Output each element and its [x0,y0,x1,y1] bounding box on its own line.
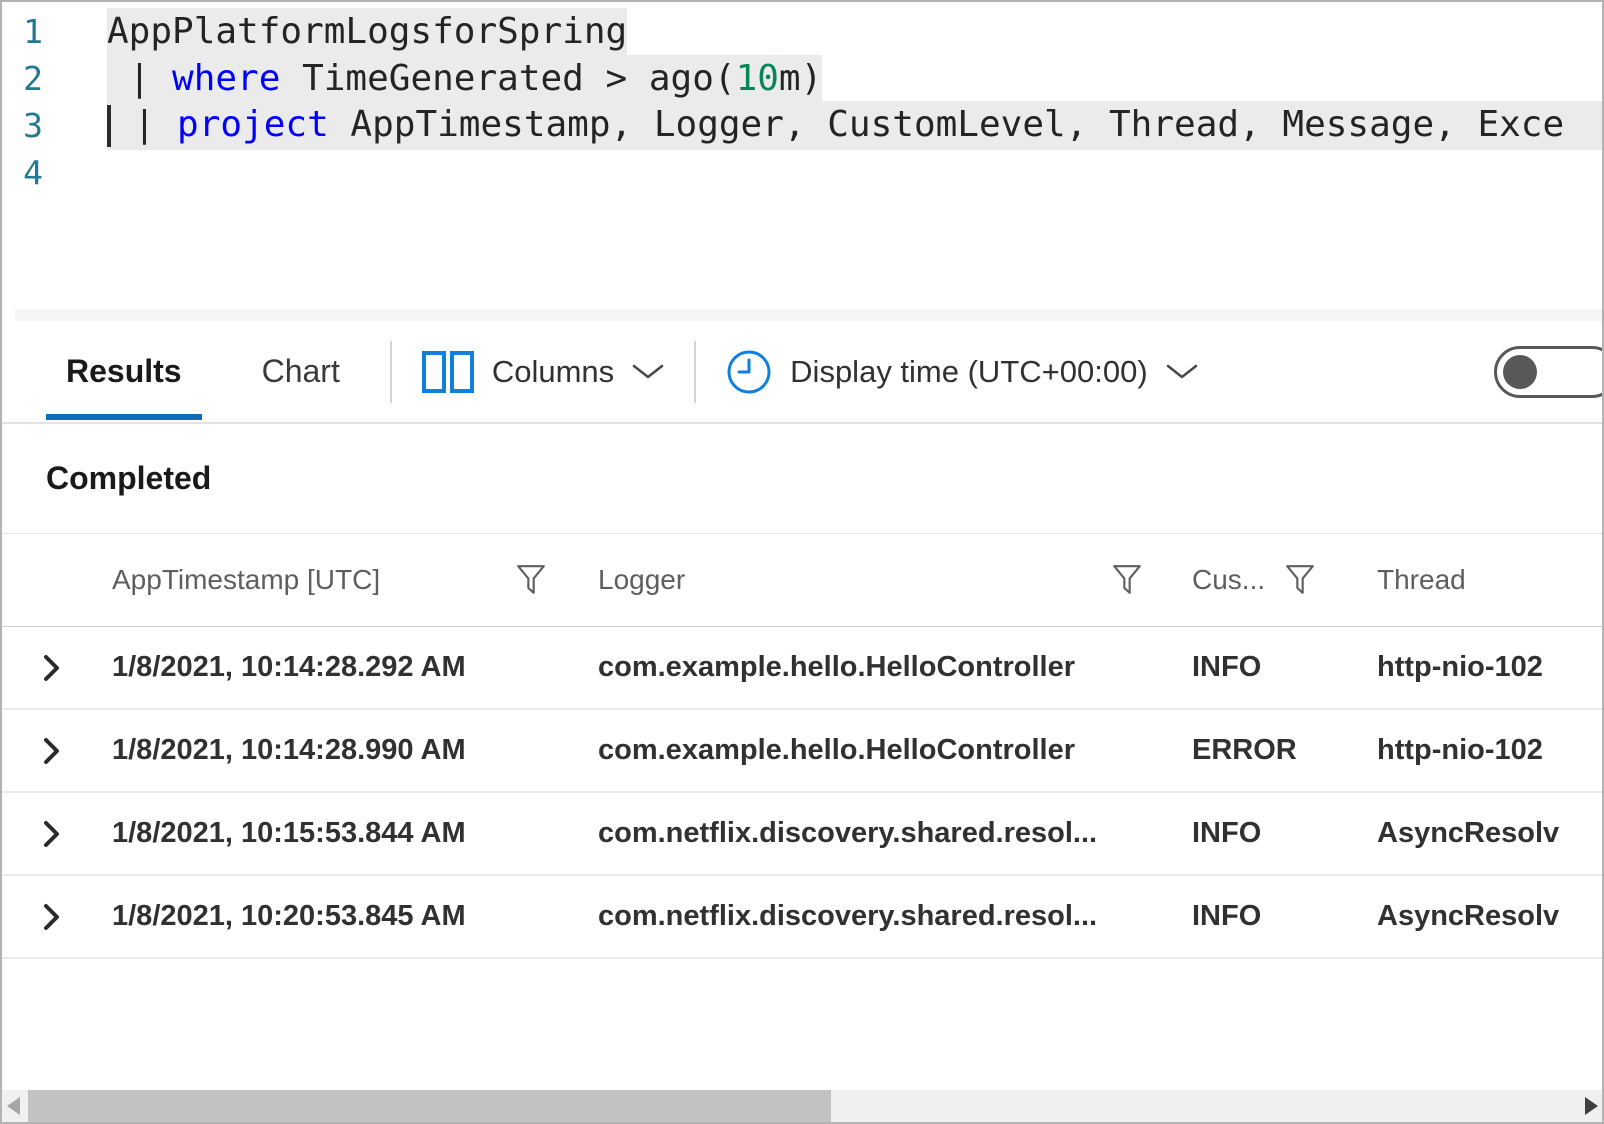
chevron-right-icon [43,654,61,682]
status-label: Completed [46,460,212,496]
filter-icon[interactable] [1285,564,1315,596]
cell-logger: com.netflix.discovery.shared.resol... [598,817,1098,849]
filter-icon[interactable] [1112,564,1142,596]
keyword-where: where [172,58,281,99]
text-cursor [107,105,111,147]
chevron-down-icon [632,363,664,381]
display-time-button[interactable]: Display time (UTC+00:00) [726,349,1197,395]
pipe-operator: | [112,104,178,145]
projected-columns: AppTimestamp, Logger, CustomLevel, Threa… [328,104,1565,145]
cell-level: INFO [1192,651,1262,683]
cell-thread: http-nio-102 [1377,734,1543,766]
display-time-label: Display time (UTC+00:00) [790,353,1148,389]
table-row[interactable]: 1/8/2021, 10:14:28.292 AM com.example.he… [2,627,1602,710]
tab-results[interactable]: Results [46,321,202,422]
log-query-results-panel: 1 AppPlatformLogsforSpring 2 | where Tim… [0,0,1604,1124]
cell-timestamp: 1/8/2021, 10:14:28.292 AM [112,651,466,683]
query-editor[interactable]: 1 AppPlatformLogsforSpring 2 | where Tim… [2,2,1602,309]
query-expression-end: m) [778,58,823,99]
columns-button[interactable]: Columns [421,350,664,393]
columns-label: Columns [491,353,615,389]
query-status-row: Completed [2,424,1602,534]
scrollbar-thumb[interactable] [28,1090,831,1122]
toolbar-separator [694,340,697,403]
row-expander[interactable] [2,903,102,931]
toolbar-separator [389,340,392,403]
tab-chart-label: Chart [261,353,340,389]
editor-results-divider [15,309,1602,321]
table-row[interactable]: 1/8/2021, 10:14:28.990 AM com.example.he… [2,710,1602,793]
cell-logger: com.example.hello.HelloController [598,734,1075,766]
line-number: 4 [23,153,43,192]
cell-timestamp: 1/8/2021, 10:14:28.990 AM [112,734,466,766]
line-number: 3 [23,106,43,145]
query-expression: TimeGenerated > ago( [280,58,736,99]
keyword-project: project [177,104,329,145]
column-header-apptimestamp[interactable]: AppTimestamp [UTC] [102,564,562,596]
cell-level: INFO [1192,900,1262,932]
table-row[interactable]: 1/8/2021, 10:20:53.845 AM com.netflix.di… [2,876,1602,959]
cell-level: ERROR [1192,734,1297,766]
code-line-1[interactable]: 1 AppPlatformLogsforSpring [2,8,1602,55]
code-line-4[interactable]: 4 [2,149,1602,196]
cell-logger: com.netflix.discovery.shared.resol... [598,900,1098,932]
columns-icon [421,350,474,393]
row-expander[interactable] [2,820,102,848]
cell-level: INFO [1192,817,1262,849]
column-header-customlevel[interactable]: Cus... [1162,564,1347,596]
query-table-name: AppPlatformLogsforSpring [107,11,628,52]
row-expander[interactable] [2,654,102,682]
cell-thread: http-nio-102 [1377,651,1543,683]
cell-thread: AsyncResolv [1377,817,1560,849]
toggle-knob [1503,354,1537,389]
line-number: 1 [23,12,43,51]
tab-chart[interactable]: Chart [242,321,360,422]
table-row[interactable]: 1/8/2021, 10:15:53.844 AM com.netflix.di… [2,793,1602,876]
horizontal-scrollbar[interactable] [2,1090,1602,1122]
pipe-operator: | [107,58,173,99]
cell-logger: com.example.hello.HelloController [598,651,1075,683]
number-literal: 10 [735,58,779,99]
tab-results-label: Results [66,353,182,389]
chevron-right-icon [43,737,61,765]
clock-icon [726,349,772,395]
column-header-thread[interactable]: Thread [1347,564,1602,596]
table-empty-area [2,959,1602,1090]
code-line-3[interactable]: 3 | project AppTimestamp, Logger, Custom… [2,101,1602,150]
line-number: 2 [23,59,43,98]
row-expander[interactable] [2,737,102,765]
results-toolbar: Results Chart Columns Display time (UTC+… [2,321,1602,424]
chevron-down-icon [1166,363,1198,381]
scroll-left-arrow-icon[interactable] [7,1097,20,1115]
column-header-label: Cus... [1192,564,1266,595]
column-header-label: Thread [1377,564,1466,595]
toggle-switch[interactable] [1494,345,1602,398]
filter-icon[interactable] [516,564,546,596]
scroll-right-arrow-icon[interactable] [1585,1097,1598,1115]
cell-timestamp: 1/8/2021, 10:15:53.844 AM [112,817,466,849]
results-table-header: AppTimestamp [UTC] Logger Cus... Thread [2,534,1602,627]
cell-thread: AsyncResolv [1377,900,1560,932]
chevron-right-icon [43,820,61,848]
column-header-logger[interactable]: Logger [562,564,1162,596]
column-header-label: AppTimestamp [UTC] [112,564,381,595]
cell-timestamp: 1/8/2021, 10:20:53.845 AM [112,900,466,932]
column-header-label: Logger [598,564,686,595]
code-line-2[interactable]: 2 | where TimeGenerated > ago(10m) [2,55,1602,102]
chevron-right-icon [43,903,61,931]
